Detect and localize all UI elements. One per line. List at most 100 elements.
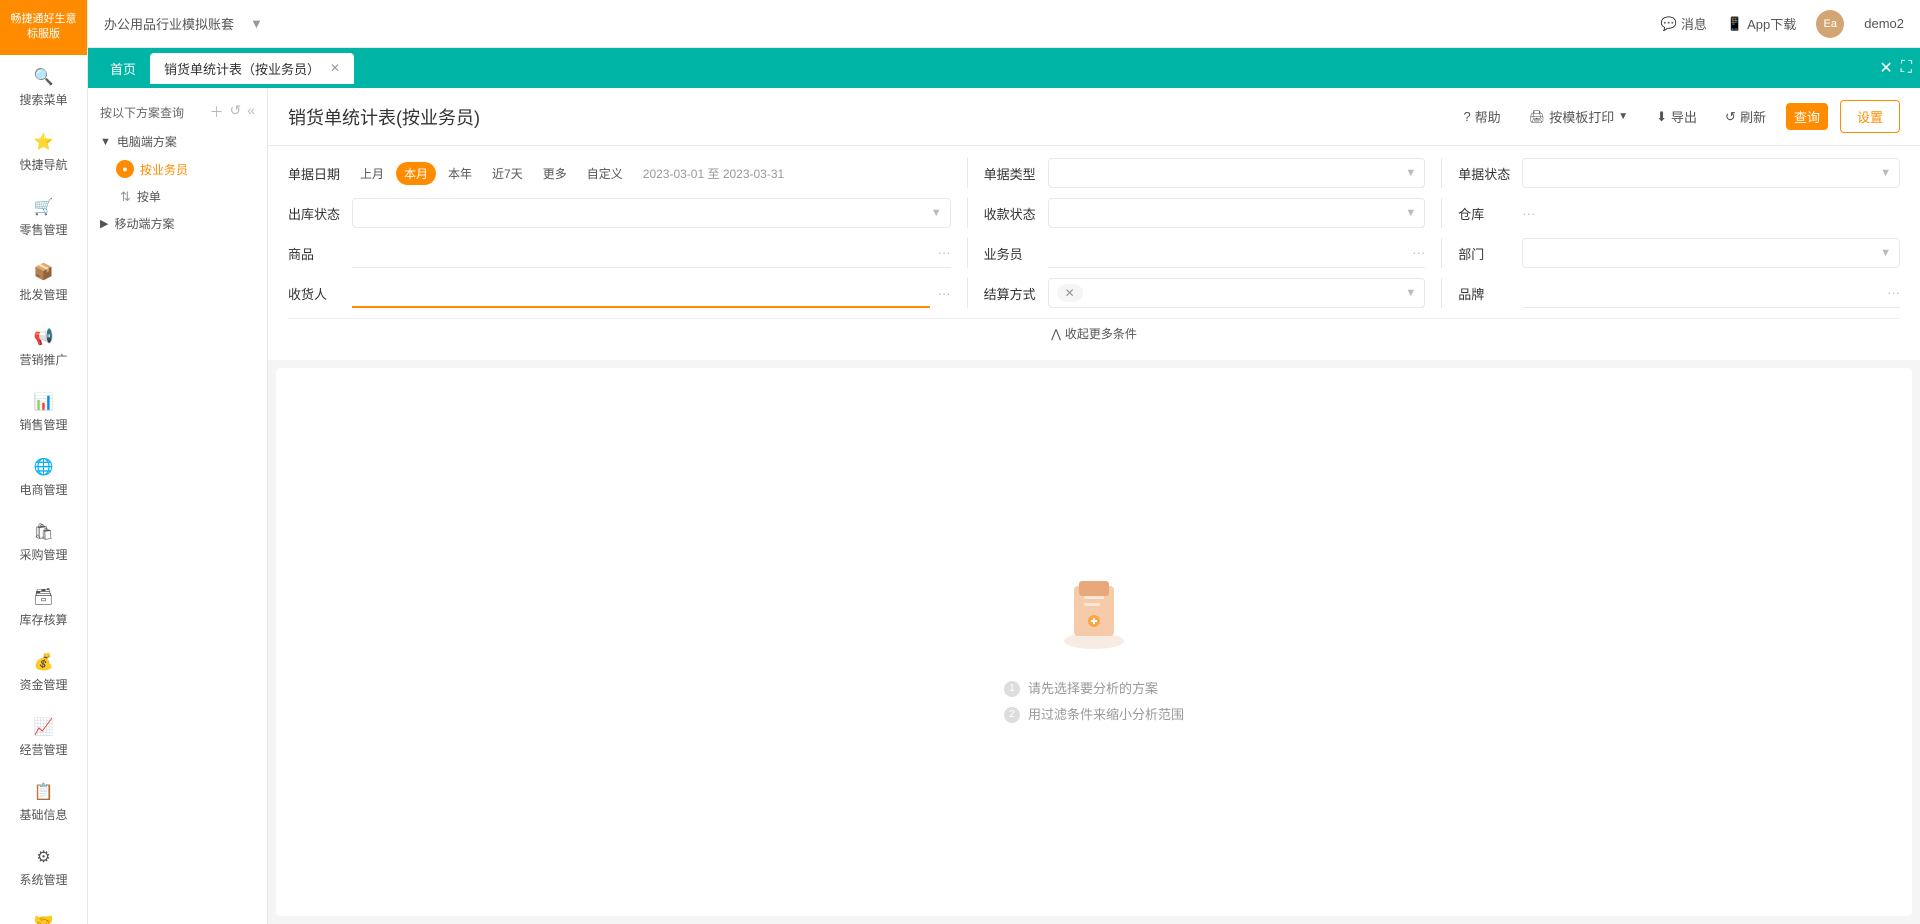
settlement-select[interactable]: ✕ ▼ bbox=[1048, 278, 1426, 308]
tip-num-2: 2 bbox=[1004, 707, 1020, 723]
active-dot: ● bbox=[116, 160, 134, 178]
date-label: 单据日期 bbox=[288, 164, 344, 183]
warehouse-input-area: ··· bbox=[1522, 206, 1900, 221]
date-btn-7days[interactable]: 近7天 bbox=[484, 162, 531, 185]
salesman-label: 业务员 bbox=[984, 244, 1040, 263]
message-link[interactable]: 💬 消息 bbox=[1661, 14, 1707, 33]
divider-4 bbox=[1441, 198, 1442, 228]
collapse-button[interactable]: ⋀ 收起更多条件 bbox=[288, 318, 1900, 348]
tab-sales-stat[interactable]: 销货单统计表（按业务员） ✕ bbox=[150, 53, 354, 84]
tree-item-mobile[interactable]: ▶ 移动端方案 bbox=[88, 210, 267, 237]
filter-collection: 收款状态 ▼ bbox=[984, 198, 1426, 228]
system-icon: ⚙ bbox=[36, 847, 50, 867]
stock-out-select[interactable]: ▼ bbox=[352, 198, 951, 228]
filter-doc-status: 单据状态 ▼ bbox=[1458, 158, 1900, 188]
sidebar-item-marketing[interactable]: 📢营销推广 bbox=[0, 315, 87, 380]
app-download-link[interactable]: 📱 App下载 bbox=[1727, 14, 1796, 33]
collection-select[interactable]: ▼ bbox=[1048, 198, 1426, 228]
sidebar-item-label-purchase: 采购管理 bbox=[19, 546, 67, 563]
sidebar-item-quick-nav[interactable]: ⭐快捷导航 bbox=[0, 120, 87, 185]
doc-type-select[interactable]: ▼ bbox=[1048, 158, 1426, 188]
sidebar-item-finance[interactable]: 💰资金管理 bbox=[0, 640, 87, 705]
sidebar-item-label-system: 系统管理 bbox=[19, 871, 67, 888]
department-select[interactable]: ▼ bbox=[1522, 238, 1900, 268]
tree-sub-item-by-doc[interactable]: ⇅ 按单 bbox=[88, 183, 267, 210]
collection-label: 收款状态 bbox=[984, 204, 1040, 223]
receiver-input[interactable] bbox=[352, 278, 930, 308]
salesman-dots-btn[interactable]: ··· bbox=[1412, 245, 1425, 260]
sidebar-item-operations[interactable]: 📈经营管理 bbox=[0, 705, 87, 770]
tab-close-all-icon[interactable]: ✕ bbox=[1879, 58, 1892, 78]
breadcrumb-dropdown-icon[interactable]: ▼ bbox=[250, 16, 263, 31]
tree-label-desktop: 电脑端方案 bbox=[117, 133, 177, 150]
brand-dots-btn[interactable]: ··· bbox=[1887, 285, 1900, 300]
export-button[interactable]: ⬇ 导出 bbox=[1648, 103, 1705, 130]
doc-status-select[interactable]: ▼ bbox=[1522, 158, 1900, 188]
page-header: 销货单统计表(按业务员) ? 帮助 🖨 按模板打印 ▼ ⬇ 导出 bbox=[268, 88, 1920, 146]
filter-department: 部门 ▼ bbox=[1458, 238, 1900, 268]
sidebar-item-enterprise[interactable]: 🤝企业协同 bbox=[0, 900, 87, 924]
help-button[interactable]: ? 帮助 bbox=[1455, 103, 1508, 130]
sidebar-item-retail[interactable]: 🛒零售管理 bbox=[0, 185, 87, 250]
quick-nav-icon: ⭐ bbox=[34, 132, 54, 152]
sidebar-item-purchase[interactable]: 🛍采购管理 bbox=[0, 510, 87, 575]
date-btn-this-month[interactable]: 本月 bbox=[396, 162, 436, 185]
tree-arrow-desktop: ▼ bbox=[100, 136, 111, 148]
filter-receiver: 收货人 ··· bbox=[288, 278, 951, 308]
date-btn-custom[interactable]: 自定义 bbox=[579, 162, 631, 185]
export-icon: ⬇ bbox=[1656, 109, 1667, 125]
divider-8 bbox=[1441, 278, 1442, 308]
doc-type-label: 单据类型 bbox=[984, 164, 1040, 183]
message-icon: 💬 bbox=[1661, 16, 1677, 32]
divider-3 bbox=[967, 198, 968, 228]
tab-bar-right: ✕ ⛶ bbox=[1879, 58, 1912, 78]
top-nav-right: 💬 消息 📱 App下载 Ea demo2 bbox=[1661, 10, 1904, 38]
download-icon: 📱 bbox=[1727, 16, 1743, 32]
content-area: 按以下方案查询 ＋ ↺ « ▼ 电脑端方案 ● 按业务员 ⇅ 按单 bbox=[88, 88, 1920, 924]
help-icon: ? bbox=[1463, 109, 1470, 124]
collapse-panel-icon[interactable]: « bbox=[247, 102, 255, 122]
settlement-tag-x[interactable]: ✕ bbox=[1065, 286, 1075, 300]
stock-out-chevron: ▼ bbox=[931, 207, 942, 219]
filter-area: 单据日期 上月 本月 本年 近7天 更多 自定义 2023-03-01 至 20… bbox=[268, 146, 1920, 360]
sidebar-item-label-ecommerce: 电商管理 bbox=[19, 481, 67, 498]
refresh-button[interactable]: ↺ 刷新 bbox=[1717, 103, 1774, 130]
tip-item-1: 1 请先选择要分析的方案 bbox=[1004, 676, 1184, 702]
add-icon[interactable]: ＋ bbox=[209, 102, 223, 122]
goods-label: 商品 bbox=[288, 244, 344, 263]
date-btn-last-month[interactable]: 上月 bbox=[352, 162, 392, 185]
sidebar-item-search-menu[interactable]: 🔍搜索菜单 bbox=[0, 55, 87, 120]
filter-row-1: 单据日期 上月 本月 本年 近7天 更多 自定义 2023-03-01 至 20… bbox=[288, 158, 1900, 188]
tab-home[interactable]: 首页 bbox=[96, 53, 150, 84]
date-btn-more[interactable]: 更多 bbox=[535, 162, 575, 185]
doc-status-chevron: ▼ bbox=[1880, 167, 1891, 179]
wholesale-icon: 📦 bbox=[34, 262, 54, 282]
sidebar-item-system[interactable]: ⚙ 系统管理 bbox=[0, 835, 87, 900]
tree-sub-item-salesman[interactable]: ● 按业务员 bbox=[88, 155, 267, 183]
tab-close-icon[interactable]: ✕ bbox=[330, 61, 340, 75]
sidebar-item-wholesale[interactable]: 📦批发管理 bbox=[0, 250, 87, 315]
divider-7 bbox=[967, 278, 968, 308]
receiver-dots[interactable]: ··· bbox=[938, 286, 951, 301]
query-button[interactable]: 查询 bbox=[1786, 103, 1828, 130]
warehouse-dots[interactable]: ··· bbox=[1522, 206, 1535, 221]
sidebar-item-sales[interactable]: 📊销售管理 bbox=[0, 380, 87, 445]
receiver-label: 收货人 bbox=[288, 284, 344, 303]
left-panel-title: 按以下方案查询 bbox=[100, 104, 184, 121]
sidebar-item-inventory[interactable]: 🗃库存核算 bbox=[0, 575, 87, 640]
filter-date: 单据日期 上月 本月 本年 近7天 更多 自定义 2023-03-01 至 20… bbox=[288, 162, 951, 185]
sidebar-item-basic-info[interactable]: 📋基础信息 bbox=[0, 770, 87, 835]
print-button[interactable]: 🖨 按模板打印 ▼ bbox=[1521, 103, 1636, 130]
goods-dots-btn[interactable]: ··· bbox=[938, 245, 951, 260]
refresh-scheme-icon[interactable]: ↺ bbox=[229, 102, 241, 122]
filter-row-3: 商品 ··· 业务员 ··· bbox=[288, 238, 1900, 268]
right-panel: 销货单统计表(按业务员) ? 帮助 🖨 按模板打印 ▼ ⬇ 导出 bbox=[268, 88, 1920, 924]
settings-button[interactable]: 设置 bbox=[1840, 100, 1900, 133]
sidebar-item-ecommerce[interactable]: 🌐电商管理 bbox=[0, 445, 87, 510]
user-avatar[interactable]: Ea bbox=[1816, 10, 1844, 38]
tab-expand-icon[interactable]: ⛶ bbox=[1901, 59, 1912, 77]
date-btn-this-year[interactable]: 本年 bbox=[440, 162, 480, 185]
tree-label-mobile: 移动端方案 bbox=[114, 215, 174, 232]
breadcrumb-text: 办公用品行业模拟账套 bbox=[104, 14, 234, 33]
tree-item-desktop[interactable]: ▼ 电脑端方案 bbox=[88, 128, 267, 155]
